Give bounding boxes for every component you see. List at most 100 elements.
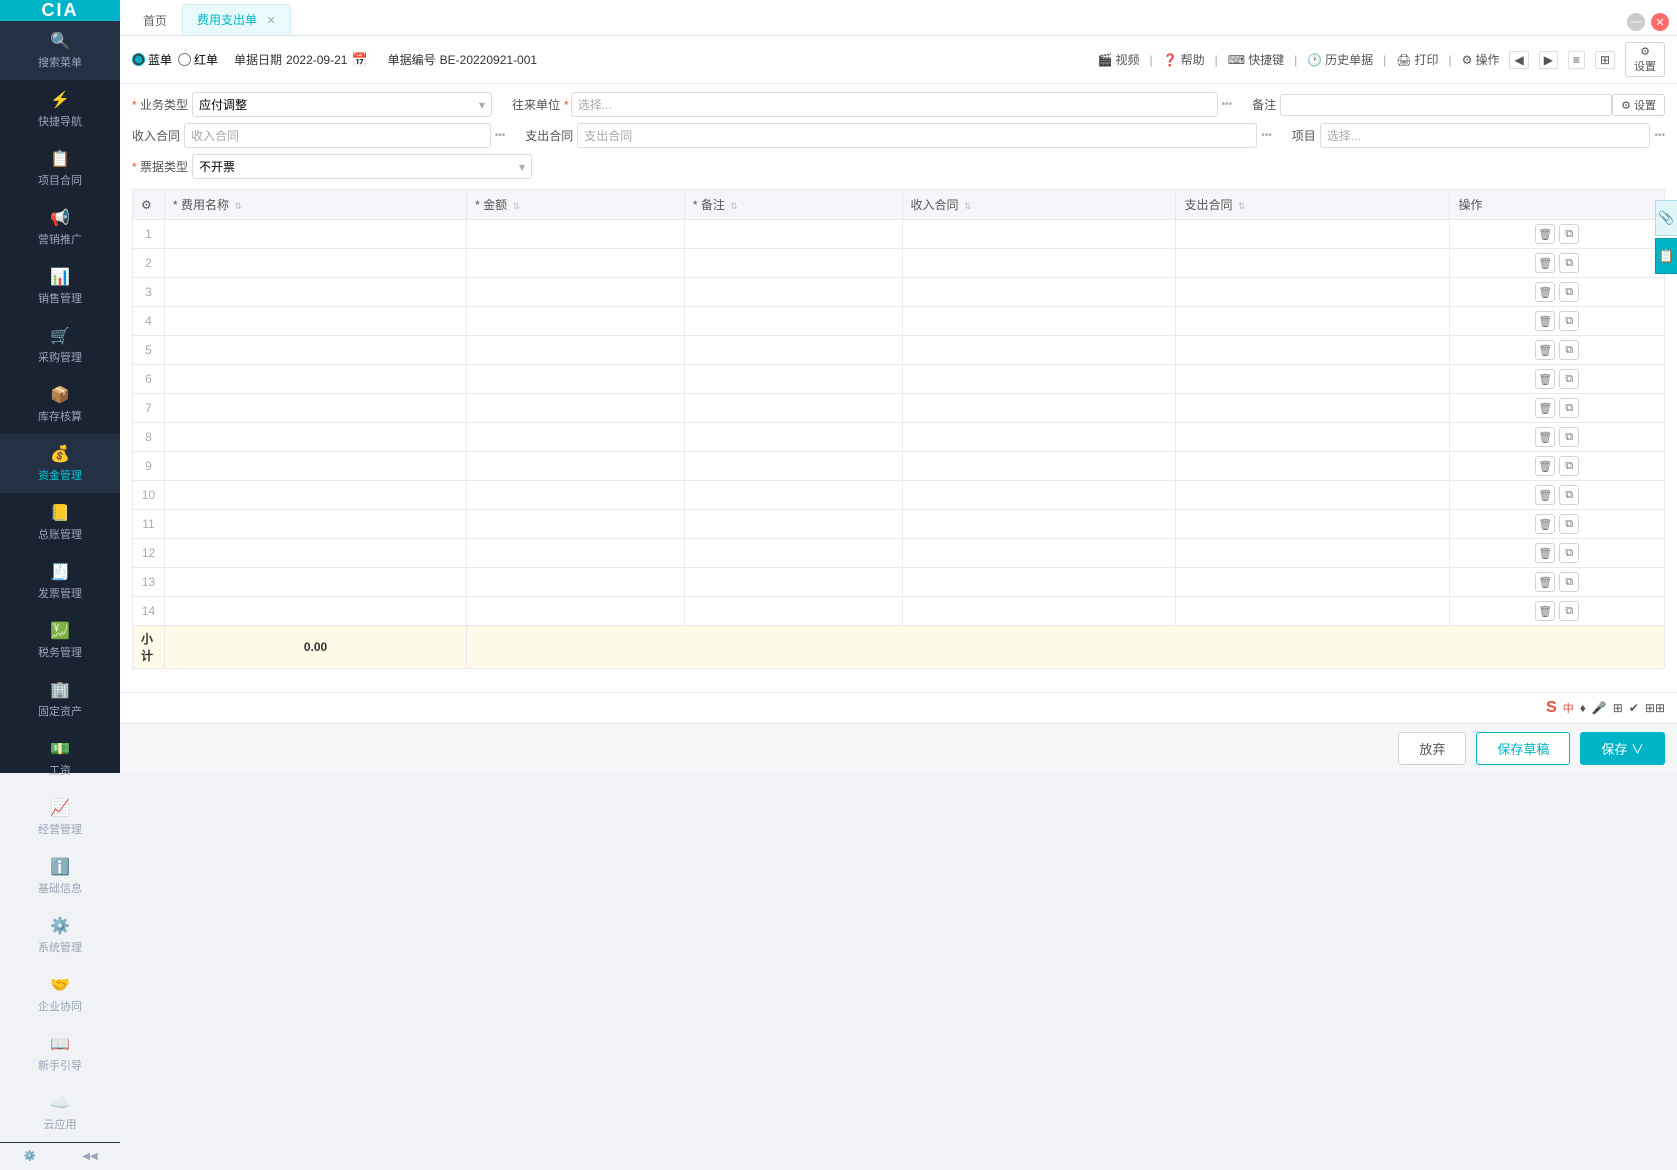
sidebar-item-quicknav[interactable]: ⚡ 快捷导航 [0, 80, 120, 139]
row-copy-button[interactable]: ⧉ [1559, 340, 1579, 360]
nav-left[interactable]: ◀ [1509, 51, 1528, 69]
cell-amount[interactable] [467, 568, 685, 597]
cell-note[interactable] [684, 336, 902, 365]
cell-note[interactable] [684, 307, 902, 336]
sidebar-item-guide[interactable]: 📖 新手引导 [0, 1024, 120, 1083]
cell-amount[interactable] [467, 539, 685, 568]
cell-name[interactable] [165, 278, 467, 307]
row-copy-button[interactable]: ⧉ [1559, 543, 1579, 563]
blue-radio-label[interactable]: 蓝单 [132, 51, 172, 68]
cell-name[interactable] [165, 336, 467, 365]
sort-expense[interactable]: ⇅ [1238, 201, 1246, 211]
cell-expense-contract[interactable] [1176, 394, 1450, 423]
cell-note[interactable] [684, 510, 902, 539]
row-copy-button[interactable]: ⧉ [1559, 253, 1579, 273]
cell-income-contract[interactable] [902, 249, 1176, 278]
row-delete-button[interactable]: 🗑 [1535, 224, 1555, 244]
cell-amount[interactable] [467, 597, 685, 626]
cell-expense-contract[interactable] [1176, 365, 1450, 394]
cell-income-contract[interactable] [902, 394, 1176, 423]
more-action[interactable]: ⚙ 操作 [1462, 51, 1500, 68]
calendar-icon[interactable]: 📅 [351, 52, 367, 68]
row-delete-button[interactable]: 🗑 [1535, 514, 1555, 534]
cell-name[interactable] [165, 452, 467, 481]
cell-note[interactable] [684, 249, 902, 278]
income-contract-more[interactable]: ••• [495, 130, 506, 141]
tab-close-button[interactable]: ✕ [266, 15, 275, 27]
sidebar-item-enterprise[interactable]: 🤝 企业协同 [0, 965, 120, 1024]
cell-amount[interactable] [467, 481, 685, 510]
tab-expense[interactable]: 费用支出单 ✕ [182, 4, 291, 35]
cell-name[interactable] [165, 249, 467, 278]
row-copy-button[interactable]: ⧉ [1559, 224, 1579, 244]
cell-name[interactable] [165, 568, 467, 597]
cell-amount[interactable] [467, 510, 685, 539]
cell-expense-contract[interactable] [1176, 307, 1450, 336]
cell-name[interactable] [165, 423, 467, 452]
cell-name[interactable] [165, 220, 467, 249]
print-action[interactable]: 🖨 打印 [1396, 51, 1438, 68]
sidebar-item-basic[interactable]: ℹ️ 基础信息 [0, 847, 120, 906]
cell-amount[interactable] [467, 394, 685, 423]
sort-income[interactable]: ⇅ [964, 201, 972, 211]
window-close-button[interactable]: ✕ [1651, 13, 1669, 31]
cell-expense-contract[interactable] [1176, 336, 1450, 365]
cell-name[interactable] [165, 307, 467, 336]
cell-note[interactable] [684, 365, 902, 394]
cell-note[interactable] [684, 423, 902, 452]
cell-expense-contract[interactable] [1176, 539, 1450, 568]
row-delete-button[interactable]: 🗑 [1535, 340, 1555, 360]
sidebar-item-marketing[interactable]: 📢 营销推广 [0, 198, 120, 257]
row-delete-button[interactable]: 🗑 [1535, 485, 1555, 505]
footer-icon-grid[interactable]: ⊞ [1613, 701, 1623, 715]
sidebar-item-capital[interactable]: 💰 资金管理 [0, 434, 120, 493]
set-button[interactable]: ⚙ 设置 [1625, 42, 1665, 77]
cell-income-contract[interactable] [902, 278, 1176, 307]
project-input[interactable]: 选择... [1320, 123, 1651, 148]
cell-amount[interactable] [467, 220, 685, 249]
row-delete-button[interactable]: 🗑 [1535, 369, 1555, 389]
expense-contract-more[interactable]: ••• [1261, 130, 1272, 141]
window-minimize-button[interactable]: — [1627, 13, 1645, 31]
sort-amount[interactable]: ⇅ [512, 201, 520, 211]
history-action[interactable]: 🕐 历史单据 [1307, 51, 1373, 68]
row-copy-button[interactable]: ⧉ [1559, 456, 1579, 476]
cell-income-contract[interactable] [902, 597, 1176, 626]
cell-amount[interactable] [467, 307, 685, 336]
cell-note[interactable] [684, 481, 902, 510]
row-copy-button[interactable]: ⧉ [1559, 485, 1579, 505]
footer-icon-zhong[interactable]: 中 [1563, 700, 1574, 716]
cell-note[interactable] [684, 568, 902, 597]
cell-amount[interactable] [467, 278, 685, 307]
help-action[interactable]: | [1150, 53, 1153, 67]
cell-income-contract[interactable] [902, 336, 1176, 365]
row-copy-button[interactable]: ⧉ [1559, 282, 1579, 302]
sidebar-audio-button[interactable]: ◀◀ [60, 1143, 120, 1170]
cell-expense-contract[interactable] [1176, 423, 1450, 452]
cell-income-contract[interactable] [902, 568, 1176, 597]
cell-income-contract[interactable] [902, 452, 1176, 481]
sidebar-item-assets[interactable]: 🏢 固定资产 [0, 670, 120, 729]
sidebar-item-ledger[interactable]: 📒 总账管理 [0, 493, 120, 552]
row-copy-button[interactable]: ⧉ [1559, 514, 1579, 534]
tab-home[interactable]: 首页 [128, 5, 182, 35]
cell-income-contract[interactable] [902, 481, 1176, 510]
row-delete-button[interactable]: 🗑 [1535, 601, 1555, 621]
cell-note[interactable] [684, 278, 902, 307]
row-delete-button[interactable]: 🗑 [1535, 253, 1555, 273]
row-copy-button[interactable]: ⧉ [1559, 311, 1579, 331]
cell-expense-contract[interactable] [1176, 249, 1450, 278]
row-delete-button[interactable]: 🗑 [1535, 282, 1555, 302]
sort-note[interactable]: ⇅ [730, 201, 738, 211]
set-btn-2[interactable]: ⚙ 设置 [1612, 94, 1665, 116]
partner-input[interactable]: 选择... [571, 92, 1218, 117]
cell-expense-contract[interactable] [1176, 481, 1450, 510]
shortcut-action[interactable]: ⌨ 快捷键 [1228, 51, 1284, 68]
row-delete-button[interactable]: 🗑 [1535, 427, 1555, 447]
sidebar-item-sales[interactable]: 📊 销售管理 [0, 257, 120, 316]
sidebar-item-invoice[interactable]: 🧾 发票管理 [0, 552, 120, 611]
footer-icon-diamond[interactable]: ♦ [1580, 701, 1586, 715]
cell-note[interactable] [684, 597, 902, 626]
cell-income-contract[interactable] [902, 539, 1176, 568]
cell-income-contract[interactable] [902, 220, 1176, 249]
